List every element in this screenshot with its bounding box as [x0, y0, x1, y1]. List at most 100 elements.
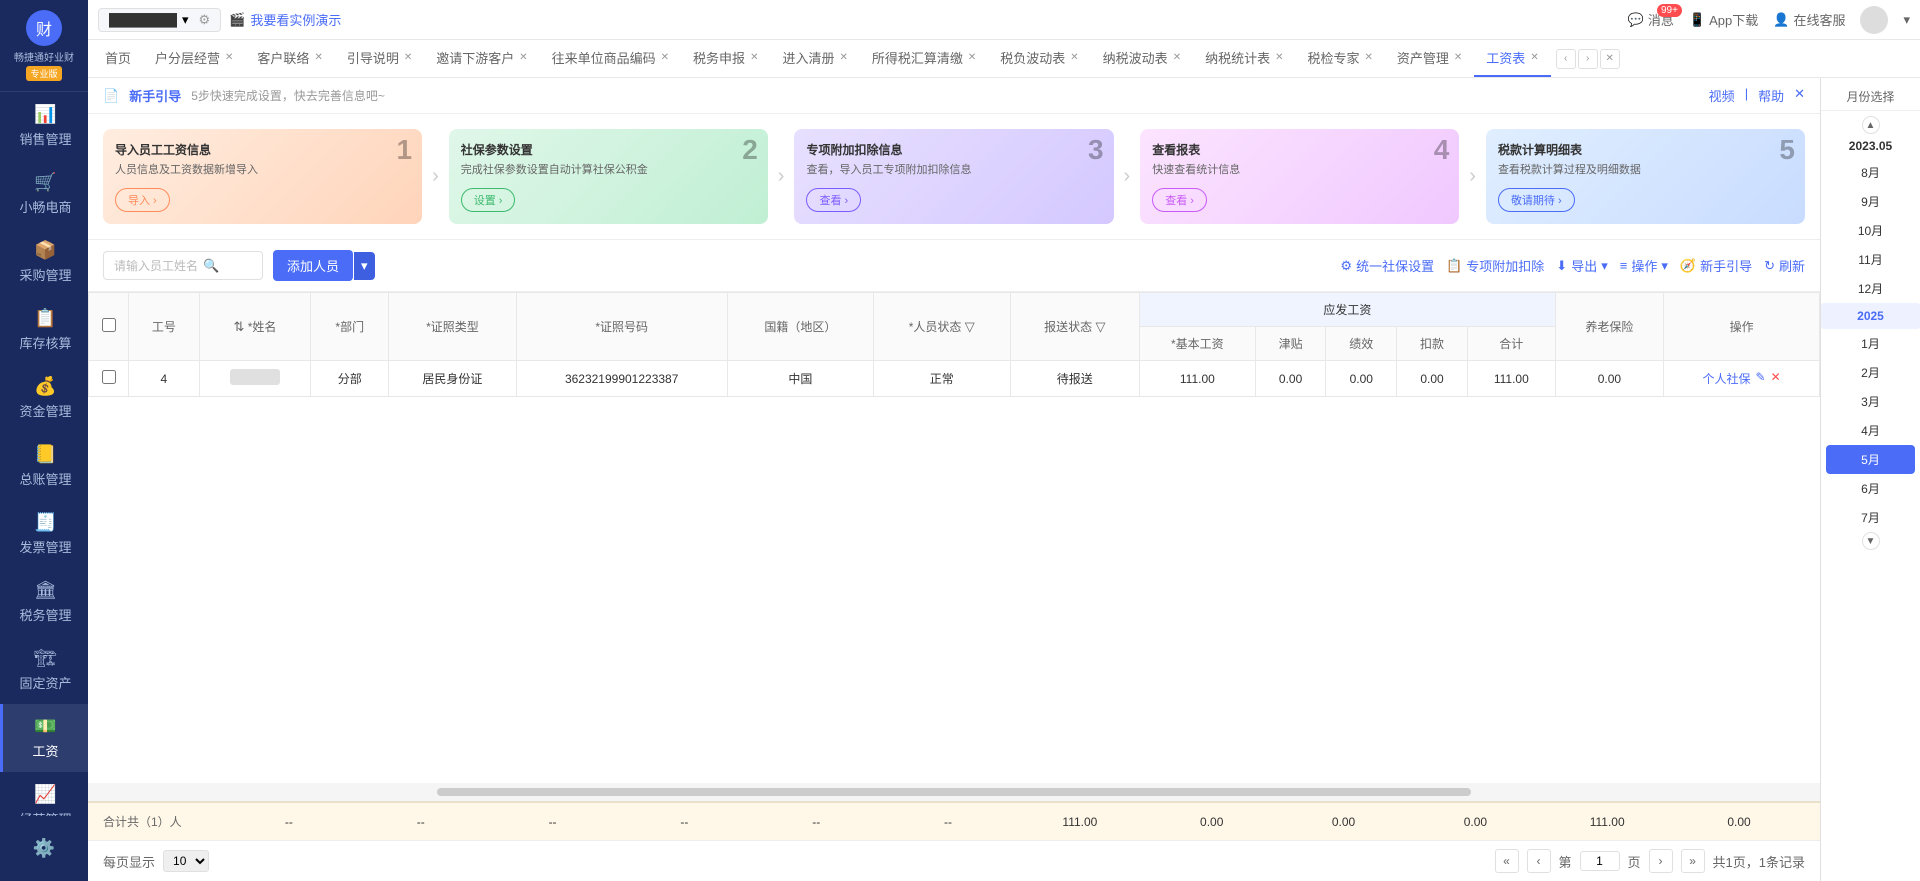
tab-tax[interactable]: 税务申报 ✕ [681, 40, 770, 77]
row-checkbox[interactable] [102, 370, 116, 384]
month-2[interactable]: 2月 [1821, 358, 1920, 387]
horizontal-scrollbar[interactable] [88, 783, 1820, 801]
demo-button[interactable]: 🎬 我要看实例演示 [229, 10, 341, 29]
month-down-button[interactable]: ▼ [1862, 532, 1880, 550]
tab-guide[interactable]: 引导说明 ✕ [335, 40, 424, 77]
last-page-button[interactable]: » [1681, 849, 1705, 873]
tab-next-arrow[interactable]: › [1578, 49, 1598, 69]
prev-page-button[interactable]: ‹ [1527, 849, 1551, 873]
add-person-button[interactable]: 添加人员 [273, 250, 353, 281]
sidebar-item-销售管理[interactable]: 📊 销售管理 [0, 92, 88, 160]
settings-icon[interactable]: ⚙ [199, 12, 211, 28]
page-input[interactable] [1580, 851, 1620, 871]
refresh-button[interactable]: ↻ 刷新 [1764, 256, 1805, 275]
close-icon[interactable]: ✕ [1530, 52, 1538, 63]
month-9[interactable]: 9月 [1821, 187, 1920, 216]
tab-close-all[interactable]: ✕ [1600, 49, 1620, 69]
step-4-button[interactable]: 查看 › [1152, 188, 1207, 212]
tab-taxstat[interactable]: 纳税统计表 ✕ [1193, 40, 1295, 77]
tab-home[interactable]: 首页 [93, 40, 143, 77]
month-12[interactable]: 12月 [1821, 274, 1920, 303]
close-icon[interactable]: ✕ [839, 52, 847, 63]
sidebar-item-总账管理[interactable]: 📒 总账管理 [0, 432, 88, 500]
company-selector[interactable]: ████████ ▾ ⚙ [98, 8, 221, 32]
step-1-button[interactable]: 导入 › [115, 188, 170, 212]
sidebar-item-经营管理[interactable]: 📈 经营管理 [0, 772, 88, 816]
add-person-dropdown[interactable]: ▾ [354, 252, 375, 280]
sidebar-item-税务管理[interactable]: 🏛 税务管理 [0, 568, 88, 636]
edit-link[interactable]: ✎ [1756, 370, 1766, 387]
year-2025[interactable]: 2025 [1821, 303, 1920, 329]
page-size-select[interactable]: 10 20 50 [163, 850, 209, 872]
select-all-checkbox[interactable] [102, 318, 116, 332]
user-avatar[interactable] [1860, 6, 1888, 34]
close-icon[interactable]: ✕ [1454, 52, 1462, 63]
tab-products[interactable]: 往来单位商品编码 ✕ [540, 40, 681, 77]
export-button[interactable]: ⬇ 导出 ▾ [1556, 256, 1607, 275]
close-icon[interactable]: ✕ [968, 52, 976, 63]
step-2-button[interactable]: 设置 › [461, 188, 516, 212]
social-settings-button[interactable]: ⚙ 统一社保设置 [1340, 256, 1434, 275]
next-page-button[interactable]: › [1649, 849, 1673, 873]
close-icon[interactable]: ✕ [404, 52, 412, 63]
first-page-button[interactable]: « [1495, 849, 1519, 873]
month-5[interactable]: 5月 [1826, 445, 1915, 474]
search-input[interactable]: 请输入员工姓名 🔍 [103, 251, 263, 280]
scrollbar-thumb[interactable] [437, 788, 1470, 796]
close-icon[interactable]: ✕ [661, 52, 669, 63]
tab-salary[interactable]: 工资表 ✕ [1474, 40, 1550, 77]
tab-income[interactable]: 所得税汇算清缴 ✕ [860, 40, 988, 77]
operate-button[interactable]: ≡ 操作 ▾ [1620, 256, 1668, 275]
sidebar-item-工资[interactable]: 💵 工资 [0, 704, 88, 772]
tab-taxwave[interactable]: 税负波动表 ✕ [988, 40, 1090, 77]
month-1[interactable]: 1月 [1821, 329, 1920, 358]
step-5-button[interactable]: 敬请期待 › [1498, 188, 1575, 212]
month-7[interactable]: 7月 [1821, 503, 1920, 532]
tab-paywave[interactable]: 纳税波动表 ✕ [1091, 40, 1193, 77]
help-link[interactable]: 帮助 [1758, 86, 1784, 105]
sidebar-item-小畅电商[interactable]: 🛒 小畅电商 [0, 160, 88, 228]
settings-icon[interactable]: ⚙️ [28, 826, 60, 871]
user-menu[interactable]: ▾ [1903, 12, 1910, 28]
add-person-label: 添加人员 [287, 256, 339, 275]
tab-clear[interactable]: 进入清册 ✕ [770, 40, 859, 77]
message-button[interactable]: 💬 消息 99+ [1628, 10, 1674, 29]
personal-insurance-link[interactable]: 个人社保 [1703, 370, 1751, 387]
delete-link[interactable]: ✕ [1771, 370, 1781, 387]
month-4[interactable]: 4月 [1821, 416, 1920, 445]
close-icon[interactable]: ✕ [1275, 52, 1283, 63]
step-3-button[interactable]: 查看 › [806, 188, 861, 212]
sidebar-item-资金管理[interactable]: 💰 资金管理 [0, 364, 88, 432]
newbie-guide-button[interactable]: 🧭 新手引导 [1680, 256, 1752, 275]
filter-icon[interactable]: ▽ [965, 319, 975, 334]
close-icon[interactable]: ✕ [519, 52, 527, 63]
tab-tier[interactable]: 户分层经营 ✕ [143, 40, 245, 77]
sidebar-item-采购管理[interactable]: 📦 采购管理 [0, 228, 88, 296]
close-icon[interactable]: ✕ [314, 52, 322, 63]
month-6[interactable]: 6月 [1821, 474, 1920, 503]
month-8[interactable]: 8月 [1821, 158, 1920, 187]
tab-assets[interactable]: 资产管理 ✕ [1385, 40, 1474, 77]
tab-contact[interactable]: 客户联络 ✕ [245, 40, 334, 77]
close-icon[interactable]: ✕ [1070, 52, 1078, 63]
month-11[interactable]: 11月 [1821, 245, 1920, 274]
month-10[interactable]: 10月 [1821, 216, 1920, 245]
sidebar-item-固定资产[interactable]: 🏗 固定资产 [0, 636, 88, 704]
close-icon[interactable]: ✕ [750, 52, 758, 63]
tab-prev-arrow[interactable]: ‹ [1556, 49, 1576, 69]
month-up-button[interactable]: ▲ [1862, 116, 1880, 134]
video-link[interactable]: 视频 [1709, 86, 1735, 105]
close-guide-button[interactable]: ✕ [1794, 86, 1805, 105]
special-deduction-button[interactable]: 📋 专项附加扣除 [1446, 256, 1544, 275]
sidebar-item-发票管理[interactable]: 🧾 发票管理 [0, 500, 88, 568]
sidebar-item-库存核算[interactable]: 📋 库存核算 [0, 296, 88, 364]
filter-icon[interactable]: ▽ [1095, 319, 1105, 334]
online-service-button[interactable]: 👤 在线客服 [1773, 10, 1845, 29]
app-download-button[interactable]: 📱 App下载 [1689, 10, 1758, 29]
close-icon[interactable]: ✕ [225, 52, 233, 63]
month-3[interactable]: 3月 [1821, 387, 1920, 416]
tab-expert[interactable]: 税检专家 ✕ [1295, 40, 1384, 77]
close-icon[interactable]: ✕ [1173, 52, 1181, 63]
tab-invite[interactable]: 邀请下游客户 ✕ [424, 40, 539, 77]
close-icon[interactable]: ✕ [1365, 52, 1373, 63]
